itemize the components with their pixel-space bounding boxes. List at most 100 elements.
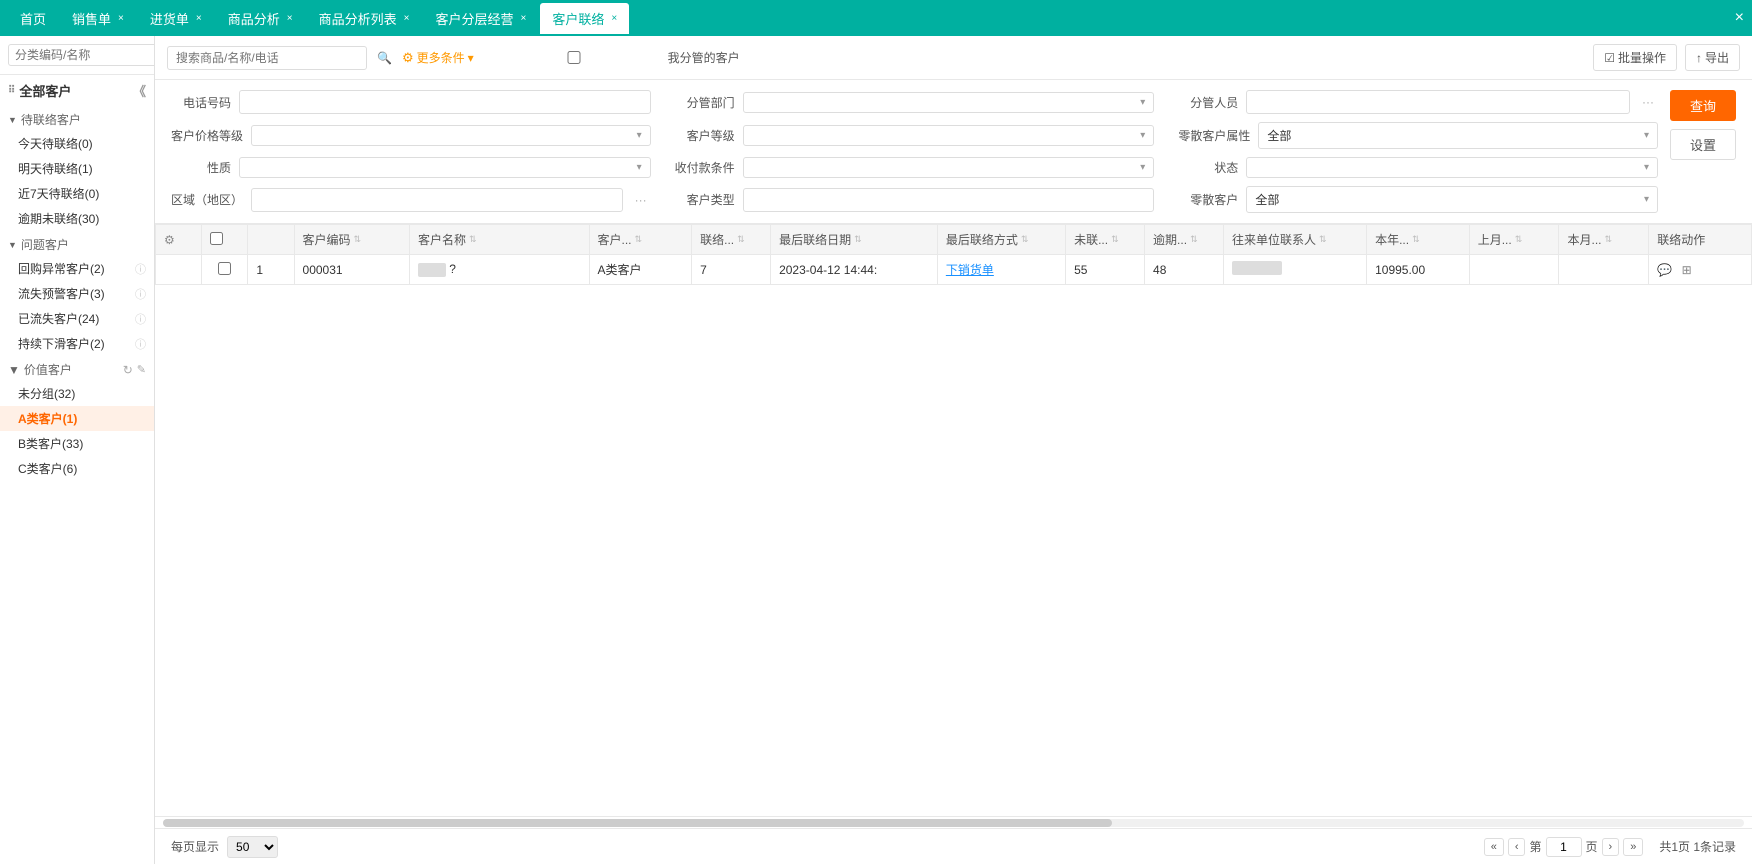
- search-button-icon[interactable]: 🔍: [377, 51, 392, 65]
- col-category[interactable]: 客户...⇅: [589, 225, 692, 255]
- sidebar-item-churn-warning[interactable]: 流失预警客户(3) ⓘ: [0, 281, 154, 306]
- page-number-input[interactable]: [1546, 837, 1582, 857]
- main-layout: 🔍 ⠿ 全部客户 《 ▼ 待联络客户 今天待联络(0) 明天待联络(1) 近7天…: [0, 36, 1752, 864]
- filter-price-select[interactable]: ▾: [251, 125, 651, 146]
- unit-contact-blur: [1232, 261, 1282, 275]
- filter-nature-select[interactable]: ▾: [239, 157, 651, 178]
- col-overdue[interactable]: 逾期...⇅: [1145, 225, 1224, 255]
- batch-op-button[interactable]: ☑ 批量操作: [1593, 44, 1677, 71]
- nav-tab-purchase[interactable]: 进货单 ×: [138, 3, 214, 34]
- row-checkbox-cell: [202, 255, 248, 285]
- sort-name-icon: ⇅: [469, 234, 477, 245]
- value-edit-icon[interactable]: ✎: [137, 363, 146, 376]
- manager-more-icon[interactable]: ···: [1638, 95, 1658, 109]
- col-this-year[interactable]: 本年...⇅: [1367, 225, 1470, 255]
- content-area: 🔍 ⚙ 更多条件 ▾ 我分管的客户 ☑ 批量操作 ↑ 导出: [155, 36, 1752, 864]
- col-no-contact[interactable]: 未联...⇅: [1066, 225, 1145, 255]
- col-name[interactable]: 客户名称⇅: [409, 225, 589, 255]
- sidebar-item-today[interactable]: 今天待联络(0): [0, 131, 154, 156]
- close-all-tabs[interactable]: ×: [1735, 9, 1744, 27]
- sort-category-icon: ⇅: [635, 234, 643, 245]
- value-refresh-icon[interactable]: ↻: [123, 363, 133, 377]
- filter-payment-select[interactable]: ▾: [743, 157, 1155, 178]
- scroll-thumb[interactable]: [163, 819, 1112, 827]
- my-customers-checkbox-label[interactable]: 我分管的客户: [484, 49, 740, 66]
- customers-table: ⚙ 客户编码⇅ 客户名称⇅ 客户...⇅: [155, 224, 1752, 285]
- sidebar-item-overdue[interactable]: 逾期未联络(30): [0, 206, 154, 231]
- row-contact: 7: [692, 255, 771, 285]
- nav-tab-sales[interactable]: 销售单 ×: [60, 3, 136, 34]
- phone-input[interactable]: [239, 90, 651, 114]
- more-filters-chevron: ▾: [468, 51, 474, 65]
- col-unit-contact[interactable]: 往来单位联系人⇅: [1224, 225, 1367, 255]
- filter-retail-select[interactable]: 全部 ▾: [1246, 186, 1658, 213]
- row-name: ?: [409, 255, 589, 285]
- nav-home[interactable]: 首页: [8, 3, 58, 34]
- horizontal-scrollbar[interactable]: [155, 816, 1752, 828]
- row-last-contact-date: 2023-04-12 14:44:: [771, 255, 938, 285]
- filter-dept-select[interactable]: ▾: [743, 92, 1155, 113]
- last-contact-method-link[interactable]: 下销货单: [946, 263, 994, 277]
- filter-status-select[interactable]: ▾: [1246, 157, 1658, 178]
- manager-input[interactable]: [1246, 90, 1630, 114]
- settings-button[interactable]: 设置: [1670, 129, 1736, 160]
- col-last-contact-date[interactable]: 最后联络日期⇅: [771, 225, 938, 255]
- filter-retail-attr: 零散客户属性 全部 ▾: [1178, 122, 1658, 149]
- last-page-btn[interactable]: »: [1623, 838, 1643, 856]
- nav-tab-analysis[interactable]: 商品分析 ×: [216, 3, 305, 34]
- col-contact[interactable]: 联络...⇅: [692, 225, 771, 255]
- query-buttons: 查询 设置: [1670, 90, 1736, 160]
- nav-tab-customer-segment[interactable]: 客户分层经营 ×: [423, 3, 538, 34]
- filter-status-label: 状态: [1178, 159, 1238, 176]
- sidebar-group-problem[interactable]: ▼ 问题客户: [0, 231, 154, 256]
- sidebar-group-value[interactable]: ▼ 价值客户 ↻ ✎: [0, 356, 154, 381]
- search-input[interactable]: [167, 46, 367, 70]
- col-last-month[interactable]: 上月...⇅: [1469, 225, 1559, 255]
- filter-level-select[interactable]: ▾: [743, 125, 1155, 146]
- row-checkbox[interactable]: [218, 262, 231, 275]
- sidebar-item-tomorrow[interactable]: 明天待联络(1): [0, 156, 154, 181]
- col-this-month[interactable]: 本月...⇅: [1559, 225, 1649, 255]
- query-button[interactable]: 查询: [1670, 90, 1736, 121]
- sidebar-item-declining[interactable]: 持续下滑客户(2) ⓘ: [0, 331, 154, 356]
- per-page-select[interactable]: 50 100 200: [227, 836, 278, 858]
- my-customers-checkbox[interactable]: [484, 51, 664, 64]
- hint-icon: ⓘ: [135, 311, 146, 327]
- nav-tab-analysis-list[interactable]: 商品分析列表 ×: [307, 3, 422, 34]
- filter-region-label: 区域（地区）: [171, 191, 243, 208]
- filter-retail-label: 零散客户: [1178, 191, 1238, 208]
- row-last-contact-method: 下销货单: [937, 255, 1065, 285]
- sidebar-item-ungroup[interactable]: 未分组(32): [0, 381, 154, 406]
- export-button[interactable]: ↑ 导出: [1685, 44, 1740, 71]
- prev-page-btn[interactable]: ‹: [1508, 838, 1526, 856]
- sidebar-item-repurchase-abnormal[interactable]: 回购异常客户(2) ⓘ: [0, 256, 154, 281]
- table-header-row: ⚙ 客户编码⇅ 客户名称⇅ 客户...⇅: [156, 225, 1752, 255]
- action-chat-icon[interactable]: 💬: [1657, 263, 1672, 277]
- customer-type-input[interactable]: [743, 188, 1155, 212]
- sidebar-item-week[interactable]: 近7天待联络(0): [0, 181, 154, 206]
- nav-tab-customer-contact[interactable]: 客户联络 ×: [540, 3, 629, 34]
- sidebar-group-pending[interactable]: ▼ 待联络客户: [0, 106, 154, 131]
- region-more-icon[interactable]: ···: [631, 193, 651, 207]
- col-last-contact-method[interactable]: 最后联络方式⇅: [937, 225, 1065, 255]
- action-qr-icon[interactable]: ⊞: [1682, 263, 1692, 277]
- region-input[interactable]: [251, 188, 623, 212]
- scroll-track[interactable]: [163, 819, 1744, 827]
- sidebar-item-a-class[interactable]: A类客户(1): [0, 406, 154, 431]
- filter-retail-attr-select[interactable]: 全部 ▾: [1258, 122, 1658, 149]
- more-filters-btn[interactable]: ⚙ 更多条件 ▾: [402, 49, 474, 66]
- page-buttons: « ‹ 第 页 › » 共1页 1条记录: [1484, 837, 1736, 857]
- sidebar-search-input[interactable]: [8, 44, 155, 66]
- sidebar-all-customers[interactable]: ⠿ 全部客户 《: [0, 75, 154, 106]
- column-settings-icon[interactable]: ⚙: [164, 233, 175, 247]
- sidebar-item-c-class[interactable]: C类客户(6): [0, 456, 154, 481]
- select-all-checkbox[interactable]: [210, 232, 223, 245]
- first-page-btn[interactable]: «: [1484, 838, 1504, 856]
- per-page-label: 每页显示: [171, 838, 219, 855]
- col-code[interactable]: 客户编码⇅: [294, 225, 409, 255]
- table-area: ⚙ 客户编码⇅ 客户名称⇅ 客户...⇅: [155, 224, 1752, 816]
- sidebar-item-churned[interactable]: 已流失客户(24) ⓘ: [0, 306, 154, 331]
- retail-dropdown-icon: ▾: [1644, 194, 1649, 205]
- sidebar-item-b-class[interactable]: B类客户(33): [0, 431, 154, 456]
- next-page-btn[interactable]: ›: [1602, 838, 1620, 856]
